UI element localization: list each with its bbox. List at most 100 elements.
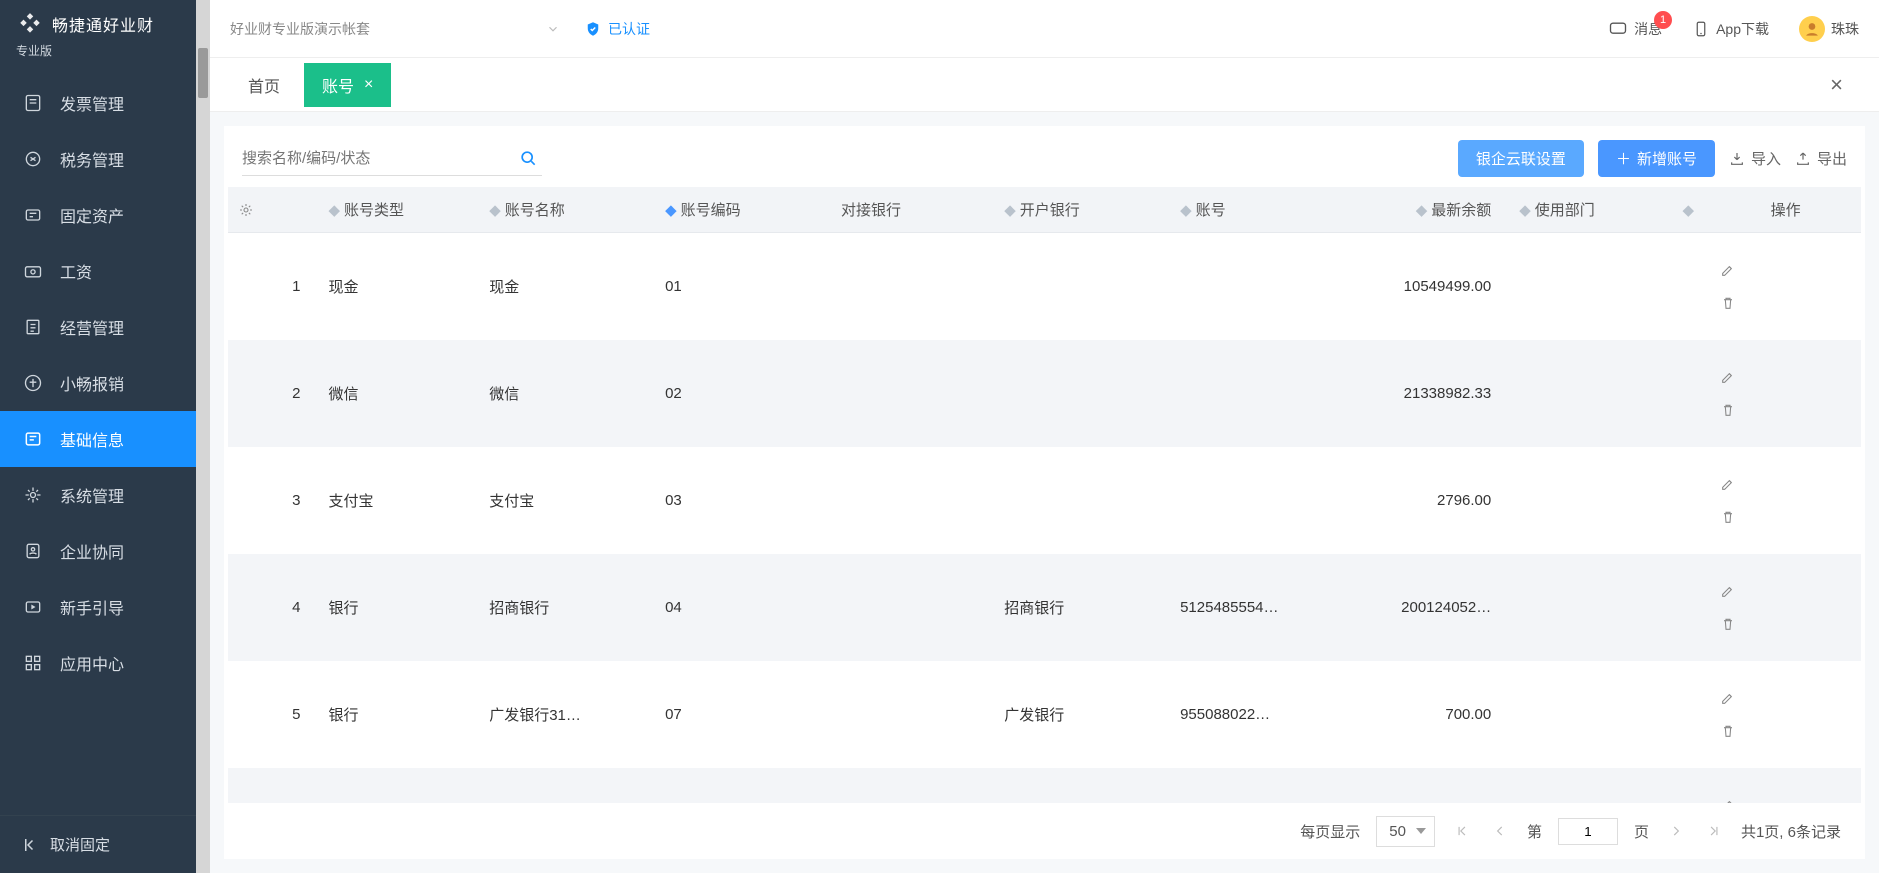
cell-index: 1	[228, 233, 318, 341]
table-row[interactable]: 4银行招商银行04招商银行5125485554…200124052…	[228, 554, 1861, 661]
cell-dock	[831, 554, 994, 661]
cell-dock	[831, 340, 994, 447]
table-row[interactable]: 3支付宝支付宝032796.00	[228, 447, 1861, 554]
sidebar-item-label: 新手引导	[60, 595, 124, 619]
sidebar-item-tax[interactable]: 税务管理	[0, 131, 196, 187]
delete-icon[interactable]	[1720, 402, 1851, 418]
cell-actions	[1710, 661, 1861, 768]
cell-extra	[1673, 447, 1711, 554]
col-open[interactable]: ◆开户银行	[994, 187, 1170, 233]
per-page-select[interactable]: 50	[1376, 816, 1435, 847]
sidebar-item-salary[interactable]: 工资	[0, 243, 196, 299]
cell-acct: 955088022…	[1170, 661, 1333, 768]
delete-icon[interactable]	[1720, 616, 1851, 632]
cell-code: 16	[655, 768, 831, 803]
tab-account[interactable]: 账号 ×	[304, 63, 391, 107]
sidebar-unpin[interactable]: 取消固定	[0, 815, 196, 873]
brand-title: 畅捷通好业财	[52, 12, 154, 36]
cell-type: 银行	[318, 661, 479, 768]
sidebar-item-apps[interactable]: 应用中心	[0, 635, 196, 691]
tax-icon	[22, 148, 44, 170]
sidebar-scrollbar[interactable]	[196, 0, 210, 873]
edit-icon[interactable]	[1720, 583, 1851, 599]
column-config[interactable]	[228, 187, 318, 233]
sidebar-item-label: 系统管理	[60, 483, 124, 507]
export-button[interactable]: 导出	[1795, 148, 1847, 169]
sort-icon: ◆	[1683, 201, 1695, 219]
page-prev[interactable]	[1489, 820, 1511, 842]
cell-open	[994, 768, 1170, 803]
col-dock[interactable]: 对接银行	[831, 187, 994, 233]
sort-icon: ◆	[328, 201, 340, 219]
col-code[interactable]: ◆账号编码	[655, 187, 831, 233]
page-next[interactable]	[1665, 820, 1687, 842]
content: 银企云联设置 ＋新增账号 导入 导出 ◆账	[210, 112, 1879, 873]
sidebar-item-label: 基础信息	[60, 427, 124, 451]
account-selector[interactable]: 好业财专业版演示帐套	[230, 19, 560, 39]
col-balance[interactable]: ◆最新余额	[1333, 187, 1509, 233]
sidebar-item-assets[interactable]: 固定资产	[0, 187, 196, 243]
app-download-button[interactable]: App下载	[1692, 19, 1769, 39]
table-row[interactable]: 6现金虫账户16324088.78	[228, 768, 1861, 803]
toolbar: 银企云联设置 ＋新增账号 导入 导出	[224, 126, 1865, 187]
page-first[interactable]	[1451, 820, 1473, 842]
shield-icon	[584, 20, 602, 38]
operating-icon	[22, 316, 44, 338]
page-input[interactable]	[1558, 818, 1618, 845]
cell-extra	[1673, 768, 1711, 803]
search-input[interactable]	[242, 142, 514, 175]
col-name[interactable]: ◆账号名称	[479, 187, 655, 233]
cell-extra	[1673, 661, 1711, 768]
cell-balance: 10549499.00	[1333, 233, 1509, 341]
tab-home[interactable]: 首页	[230, 63, 298, 107]
cell-open: 招商银行	[994, 554, 1170, 661]
user-name: 珠珠	[1831, 19, 1859, 39]
table-row[interactable]: 5银行广发银行31…07广发银行955088022…700.00	[228, 661, 1861, 768]
cell-extra	[1673, 340, 1711, 447]
col-dept[interactable]: ◆使用部门	[1509, 187, 1672, 233]
tabs-close-all[interactable]: ×	[1814, 72, 1859, 98]
sort-icon: ◆	[1416, 201, 1428, 219]
scrollbar-thumb[interactable]	[198, 48, 208, 98]
delete-icon[interactable]	[1720, 295, 1851, 311]
delete-icon[interactable]	[1720, 509, 1851, 525]
messages-button[interactable]: 消息 1	[1608, 19, 1662, 39]
cell-name: 现金	[479, 233, 655, 341]
sidebar-item-reimburse[interactable]: 小畅报销	[0, 355, 196, 411]
user-menu[interactable]: 珠珠	[1799, 16, 1859, 42]
table-row[interactable]: 1现金现金0110549499.00	[228, 233, 1861, 341]
sidebar-item-collab[interactable]: 企业协同	[0, 523, 196, 579]
col-acct[interactable]: ◆账号	[1170, 187, 1333, 233]
sidebar-item-guide[interactable]: 新手引导	[0, 579, 196, 635]
table-row[interactable]: 2微信微信0221338982.33	[228, 340, 1861, 447]
cell-name: 微信	[479, 340, 655, 447]
sidebar-item-operating[interactable]: 经营管理	[0, 299, 196, 355]
delete-icon[interactable]	[1720, 723, 1851, 739]
cell-actions	[1710, 447, 1861, 554]
brand-subtitle: 专业版	[0, 42, 196, 67]
cell-acct	[1170, 233, 1333, 341]
search-field[interactable]	[242, 142, 542, 176]
edit-icon[interactable]	[1720, 476, 1851, 492]
col-type[interactable]: ◆账号类型	[318, 187, 479, 233]
edit-icon[interactable]	[1720, 369, 1851, 385]
import-button[interactable]: 导入	[1729, 148, 1781, 169]
sidebar-item-invoice[interactable]: 发票管理	[0, 75, 196, 131]
bank-link-settings-button[interactable]: 银企云联设置	[1458, 140, 1584, 177]
sidebar-item-label: 企业协同	[60, 539, 124, 563]
edit-icon[interactable]	[1720, 690, 1851, 706]
page-label-pre: 第	[1527, 821, 1542, 842]
sidebar-item-basicinfo[interactable]: 基础信息	[0, 411, 196, 467]
close-icon[interactable]: ×	[364, 76, 373, 94]
cell-acct	[1170, 447, 1333, 554]
col-extra[interactable]: ◆	[1673, 187, 1711, 233]
reimburse-icon	[22, 372, 44, 394]
sidebar-item-system[interactable]: 系统管理	[0, 467, 196, 523]
cell-dock	[831, 233, 994, 341]
add-account-button[interactable]: ＋新增账号	[1598, 140, 1715, 177]
page-last[interactable]	[1703, 820, 1725, 842]
cell-acct: 5125485554…	[1170, 554, 1333, 661]
cell-index: 5	[228, 661, 318, 768]
search-icon[interactable]	[514, 148, 542, 168]
edit-icon[interactable]	[1720, 262, 1851, 278]
